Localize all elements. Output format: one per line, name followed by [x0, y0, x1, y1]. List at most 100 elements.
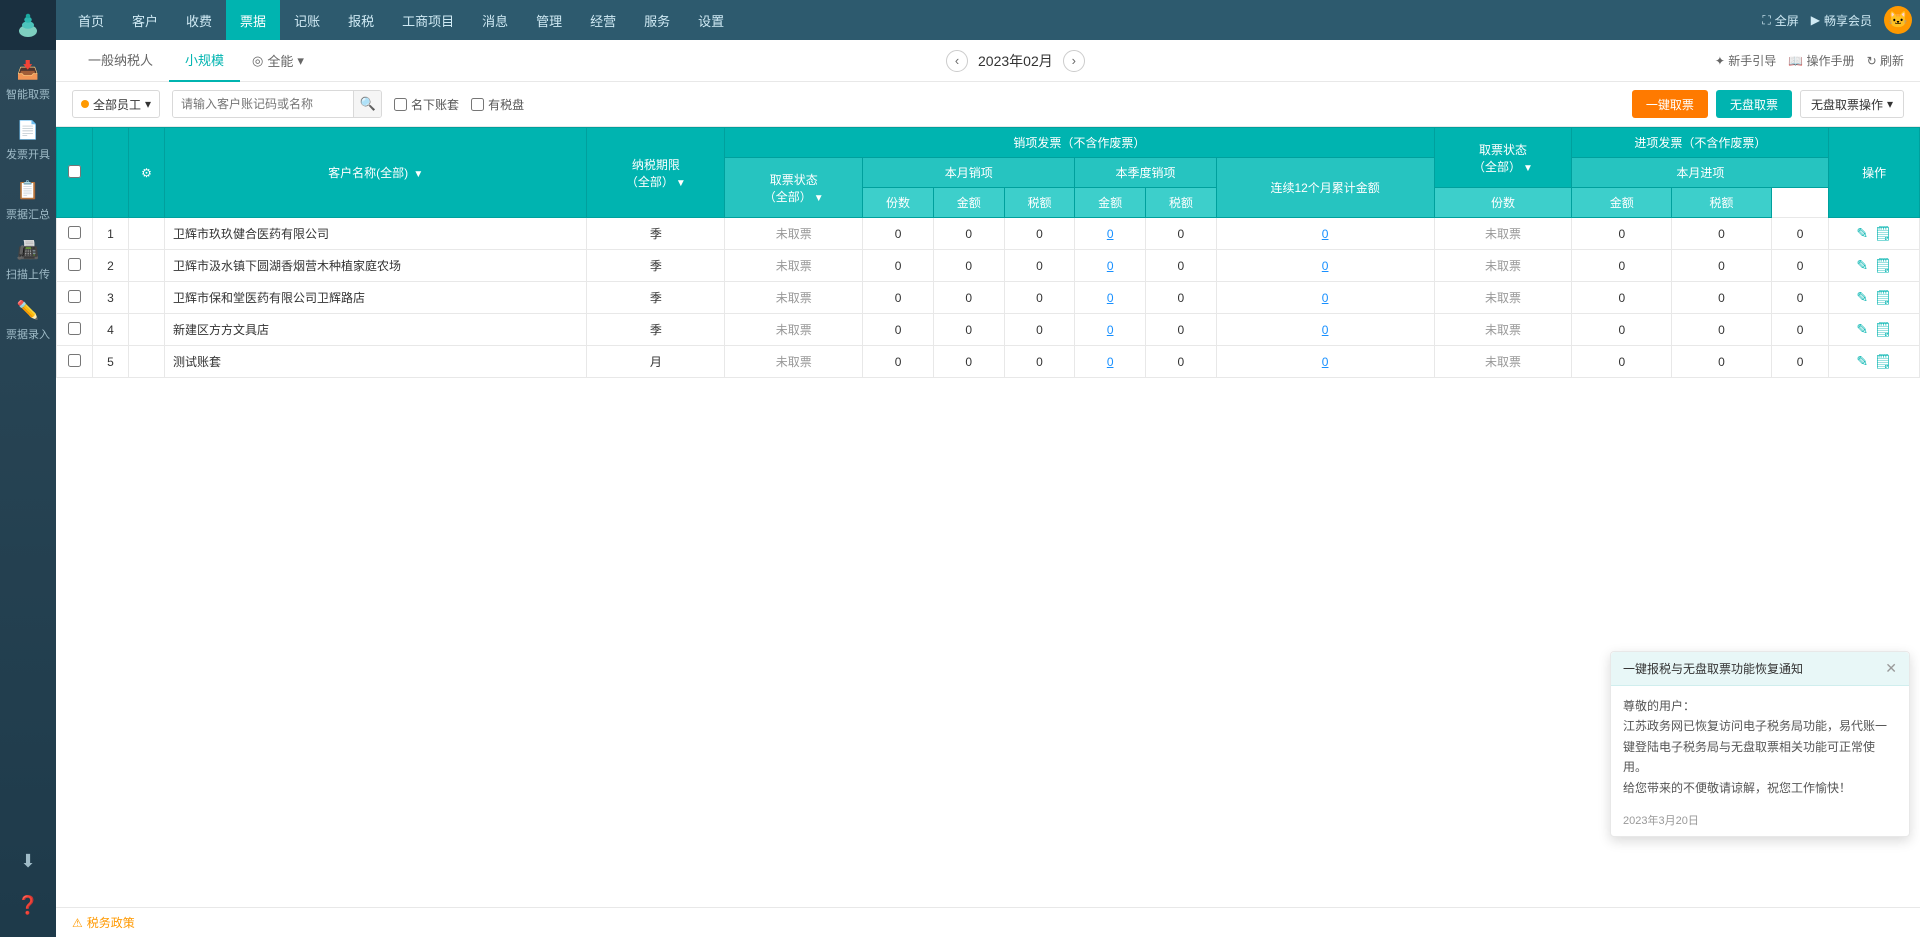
row-checkbox-cell[interactable]: [57, 314, 93, 346]
row-sale-q-tax: 0: [1146, 218, 1217, 250]
scan-upload-icon: 📠: [16, 238, 40, 262]
edit-icon[interactable]: ✎: [1856, 257, 1868, 274]
sidebar-item-invoice-entry[interactable]: ✏️ 票据录入: [0, 290, 56, 350]
nav-message[interactable]: 消息: [468, 0, 522, 40]
row-num: 1: [93, 218, 129, 250]
edit-icon[interactable]: ✎: [1856, 353, 1868, 370]
th-tax-period[interactable]: 纳税期限（全部）▼: [587, 128, 725, 218]
row-sale-m-tax: 0: [1004, 346, 1075, 378]
nav-manage[interactable]: 管理: [522, 0, 576, 40]
employee-select[interactable]: 全部员工 ▾: [72, 90, 160, 118]
fullscreen-btn[interactable]: ⛶ 全屏: [1762, 12, 1798, 29]
nav-billing[interactable]: 收费: [172, 0, 226, 40]
row-checkbox-cell[interactable]: [57, 346, 93, 378]
sale-status-badge: 未取票: [776, 355, 812, 369]
tax-policy-link[interactable]: ⚠ 税务政策: [72, 914, 135, 931]
detail-icon[interactable]: 🗒: [1874, 257, 1892, 274]
sale-12m-link[interactable]: 0: [1322, 227, 1329, 241]
edit-icon[interactable]: ✎: [1856, 225, 1868, 242]
nav-bookkeeping[interactable]: 记账: [280, 0, 334, 40]
sale-12m-link[interactable]: 0: [1322, 323, 1329, 337]
sale-q-amount-link[interactable]: 0: [1107, 291, 1114, 305]
prev-date-btn[interactable]: ‹: [946, 50, 968, 72]
yijian-quepiao-btn[interactable]: 一键取票: [1632, 90, 1708, 118]
sidebar-item-label: 票据录入: [6, 326, 50, 342]
member-btn[interactable]: ▶ 畅享会员: [1811, 12, 1872, 29]
sidebar-item-scan-upload[interactable]: 📠 扫描上传: [0, 230, 56, 290]
row-checkbox[interactable]: [68, 226, 81, 239]
sale-12m-link[interactable]: 0: [1322, 259, 1329, 273]
subtab-all[interactable]: ◎ 全能 ▾: [240, 40, 316, 82]
nav-invoice[interactable]: 票据: [226, 0, 280, 40]
row-checkbox-cell[interactable]: [57, 218, 93, 250]
sidebar-item-issue-invoice[interactable]: 📄 发票开具: [0, 110, 56, 170]
filter-icon3: ▼: [1523, 163, 1533, 174]
row-checkbox[interactable]: [68, 322, 81, 335]
user-avatar[interactable]: 🐱: [1884, 6, 1912, 34]
detail-icon[interactable]: 🗒: [1874, 289, 1892, 306]
detail-icon[interactable]: 🗒: [1874, 321, 1892, 338]
row-purchase-m-count: 0: [1572, 346, 1672, 378]
manual-btn[interactable]: 📖 操作手册: [1788, 52, 1854, 69]
sale-12m-link[interactable]: 0: [1322, 355, 1329, 369]
nav-tax[interactable]: 报税: [334, 0, 388, 40]
sidebar-item-download[interactable]: ⬇: [0, 841, 56, 881]
row-checkbox[interactable]: [68, 258, 81, 271]
edit-icon[interactable]: ✎: [1856, 289, 1868, 306]
sale-q-amount-link[interactable]: 0: [1107, 323, 1114, 337]
row-settings: [129, 346, 165, 378]
search-input[interactable]: [173, 91, 353, 117]
row-checkbox[interactable]: [68, 290, 81, 303]
notification-body: 尊敬的用户： 江苏政务网已恢复访问电子税务局功能，易代账一键登陆电子税务局与无盘…: [1611, 686, 1909, 808]
wupan-quepiao-btn[interactable]: 无盘取票: [1716, 90, 1792, 118]
row-sale-m-tax: 0: [1004, 282, 1075, 314]
sale-q-amount-link[interactable]: 0: [1107, 259, 1114, 273]
th-sale-quarter: 本季度销项: [1075, 158, 1216, 188]
th-settings[interactable]: ⚙: [129, 128, 165, 218]
detail-icon[interactable]: 🗒: [1874, 353, 1892, 370]
refresh-btn[interactable]: ↻ 刷新: [1867, 52, 1904, 69]
detail-icon[interactable]: 🗒: [1874, 225, 1892, 242]
filter-icon: ▼: [413, 169, 423, 180]
notification-close-btn[interactable]: ✕: [1885, 660, 1897, 677]
mingxia-checkbox-label[interactable]: 名下账套: [394, 96, 459, 113]
filter-right: 一键取票 无盘取票 无盘取票操作 ▾: [1632, 90, 1904, 118]
nav-home[interactable]: 首页: [64, 0, 118, 40]
youshuipan-checkbox-label[interactable]: 有税盘: [471, 96, 524, 113]
sale-12m-link[interactable]: 0: [1322, 291, 1329, 305]
edit-icon[interactable]: ✎: [1856, 321, 1868, 338]
wupan-ops-btn[interactable]: 无盘取票操作 ▾: [1800, 90, 1904, 118]
row-sale-12m: 0: [1216, 218, 1434, 250]
th-sale-q-tax: 税额: [1146, 188, 1217, 218]
next-date-btn[interactable]: ›: [1063, 50, 1085, 72]
row-sale-m-amount: 0: [933, 282, 1004, 314]
nav-service[interactable]: 服务: [630, 0, 684, 40]
sale-q-amount-link[interactable]: 0: [1107, 227, 1114, 241]
row-sale-q-tax: 0: [1146, 250, 1217, 282]
row-sale-m-amount: 0: [933, 346, 1004, 378]
nav-customer[interactable]: 客户: [118, 0, 172, 40]
row-checkbox-cell[interactable]: [57, 250, 93, 282]
new-guide-btn[interactable]: ✦ 新手引导: [1715, 52, 1776, 69]
sidebar-logo[interactable]: [0, 0, 56, 50]
th-sale-status[interactable]: 取票状态（全部）▼: [725, 158, 863, 218]
th-name[interactable]: 客户名称(全部) ▼: [165, 128, 587, 218]
nav-business[interactable]: 工商项目: [388, 0, 468, 40]
notification-line3: 给您带来的不便敬请谅解，祝您工作愉快！: [1623, 781, 1851, 795]
row-checkbox[interactable]: [68, 354, 81, 367]
row-checkbox-cell[interactable]: [57, 282, 93, 314]
th-purchase-status[interactable]: 取票状态（全部）▼: [1434, 128, 1572, 188]
subtab-small[interactable]: 小规模: [169, 40, 240, 82]
sidebar-item-smart-fetch[interactable]: 📥 智能取票: [0, 50, 56, 110]
subtab-general[interactable]: 一般纳税人: [72, 40, 169, 82]
sidebar-item-invoice-summary[interactable]: 📋 票据汇总: [0, 170, 56, 230]
mingxia-checkbox[interactable]: [394, 98, 407, 111]
select-all-checkbox[interactable]: [68, 165, 81, 178]
sale-q-amount-link[interactable]: 0: [1107, 355, 1114, 369]
search-button[interactable]: 🔍: [353, 90, 381, 118]
sidebar-item-help[interactable]: ❓: [0, 885, 56, 925]
nav-settings[interactable]: 设置: [684, 0, 738, 40]
youshuipan-checkbox[interactable]: [471, 98, 484, 111]
sale-status-badge: 未取票: [776, 259, 812, 273]
nav-operation[interactable]: 经营: [576, 0, 630, 40]
